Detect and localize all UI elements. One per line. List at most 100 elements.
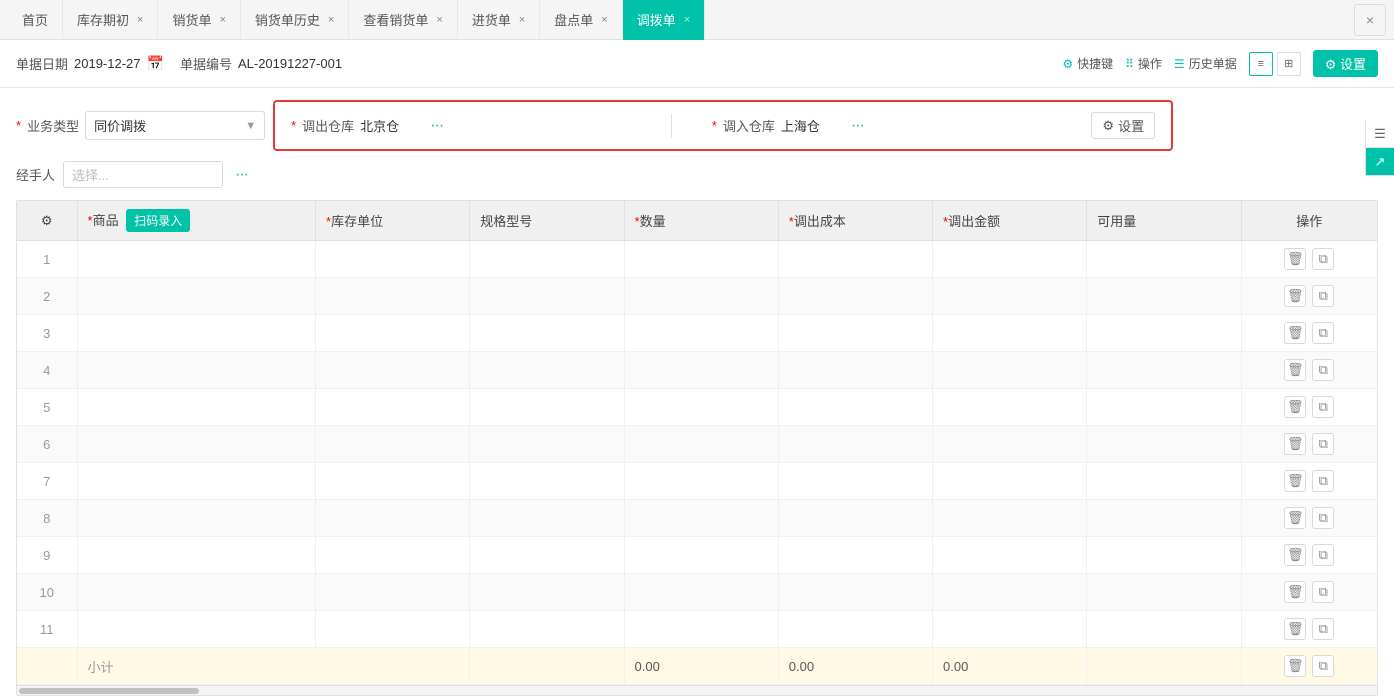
row-available-9[interactable] [1087,537,1241,574]
tab-sales-order-close[interactable]: × [219,14,225,26]
warehouse-settings-button[interactable]: ⚙ 设置 [1091,112,1155,139]
tab-sales-order[interactable]: 销货单 × [158,0,240,40]
row-spec-9[interactable] [470,537,624,574]
row-quantity-6[interactable] [624,426,778,463]
row-unit-5[interactable] [316,389,470,426]
row-unit-1[interactable] [316,241,470,278]
row-product-3[interactable] [77,315,316,352]
tab-sales-history-close[interactable]: × [328,14,334,26]
row-product-5[interactable] [77,389,316,426]
transfer-out-dots[interactable]: ··· [430,117,443,135]
tab-view-sales[interactable]: 查看销货单 × [349,0,457,40]
row-available-8[interactable] [1087,500,1241,537]
layout-icon-list[interactable]: ≡ [1249,52,1273,76]
row-spec-4[interactable] [470,352,624,389]
tab-inventory-init[interactable]: 库存期初 × [63,0,158,40]
calendar-icon[interactable]: 📅 [147,55,164,72]
copy-icon-9[interactable]: ⧉ [1312,544,1334,566]
row-product-2[interactable] [77,278,316,315]
subtotal-copy-icon[interactable]: ⧉ [1312,655,1334,677]
shortcut-action[interactable]: ⚙ 快捷键 [1062,55,1113,72]
row-product-11[interactable] [77,611,316,648]
row-spec-7[interactable] [470,463,624,500]
row-cost-2[interactable] [778,278,932,315]
row-cost-5[interactable] [778,389,932,426]
row-amount-3[interactable] [933,315,1087,352]
row-quantity-9[interactable] [624,537,778,574]
row-unit-2[interactable] [316,278,470,315]
copy-icon-3[interactable]: ⧉ [1312,322,1334,344]
row-amount-9[interactable] [933,537,1087,574]
copy-icon-5[interactable]: ⧉ [1312,396,1334,418]
copy-icon-6[interactable]: ⧉ [1312,433,1334,455]
row-product-4[interactable] [77,352,316,389]
row-product-9[interactable] [77,537,316,574]
scroll-thumb[interactable] [19,688,199,694]
transfer-in-dots[interactable]: ··· [851,117,864,135]
row-cost-4[interactable] [778,352,932,389]
row-quantity-4[interactable] [624,352,778,389]
tab-transfer-order-close[interactable]: × [684,14,690,26]
row-unit-6[interactable] [316,426,470,463]
row-spec-1[interactable] [470,241,624,278]
row-available-2[interactable] [1087,278,1241,315]
row-available-4[interactable] [1087,352,1241,389]
row-quantity-11[interactable] [624,611,778,648]
row-cost-11[interactable] [778,611,932,648]
row-available-3[interactable] [1087,315,1241,352]
row-amount-7[interactable] [933,463,1087,500]
row-available-6[interactable] [1087,426,1241,463]
th-gear[interactable]: ⚙ [17,201,77,241]
row-quantity-1[interactable] [624,241,778,278]
row-cost-10[interactable] [778,574,932,611]
right-panel-export-icon[interactable]: ↗ [1366,148,1394,176]
delete-icon-10[interactable]: 🗑 [1284,581,1306,603]
operate-action[interactable]: ⠿ 操作 [1125,55,1162,72]
row-product-7[interactable] [77,463,316,500]
manager-select[interactable]: 选择... [63,161,223,188]
copy-icon-10[interactable]: ⧉ [1312,581,1334,603]
row-quantity-8[interactable] [624,500,778,537]
row-cost-1[interactable] [778,241,932,278]
scroll-area[interactable]: ⚙ *商品 扫码录入 *库存单位 规格型号 *数量 *调出成本 *调出金额 可用… [17,201,1377,685]
window-close-button[interactable]: × [1354,4,1386,36]
row-unit-8[interactable] [316,500,470,537]
delete-icon-4[interactable]: 🗑 [1284,359,1306,381]
right-panel-list-icon[interactable]: ☰ [1366,120,1394,148]
row-quantity-3[interactable] [624,315,778,352]
delete-icon-8[interactable]: 🗑 [1284,507,1306,529]
row-cost-6[interactable] [778,426,932,463]
copy-icon-8[interactable]: ⧉ [1312,507,1334,529]
row-available-1[interactable] [1087,241,1241,278]
row-unit-4[interactable] [316,352,470,389]
manager-dots[interactable]: ··· [235,166,248,184]
row-amount-1[interactable] [933,241,1087,278]
delete-icon-2[interactable]: 🗑 [1284,285,1306,307]
row-spec-11[interactable] [470,611,624,648]
layout-icon-grid[interactable]: ⊞ [1277,52,1301,76]
row-product-8[interactable] [77,500,316,537]
tab-inventory-init-close[interactable]: × [137,14,143,26]
row-amount-5[interactable] [933,389,1087,426]
tab-inventory-check-close[interactable]: × [601,14,607,26]
tab-inventory-check[interactable]: 盘点单 × [540,0,622,40]
row-available-5[interactable] [1087,389,1241,426]
row-spec-3[interactable] [470,315,624,352]
row-amount-8[interactable] [933,500,1087,537]
row-amount-10[interactable] [933,574,1087,611]
tab-sales-history[interactable]: 销货单历史 × [241,0,349,40]
tab-purchase-order[interactable]: 进货单 × [458,0,540,40]
delete-icon-7[interactable]: 🗑 [1284,470,1306,492]
copy-icon-2[interactable]: ⧉ [1312,285,1334,307]
copy-icon-7[interactable]: ⧉ [1312,470,1334,492]
row-amount-11[interactable] [933,611,1087,648]
row-spec-8[interactable] [470,500,624,537]
row-amount-4[interactable] [933,352,1087,389]
row-unit-7[interactable] [316,463,470,500]
copy-icon-1[interactable]: ⧉ [1312,248,1334,270]
row-unit-11[interactable] [316,611,470,648]
row-amount-6[interactable] [933,426,1087,463]
row-quantity-2[interactable] [624,278,778,315]
row-cost-9[interactable] [778,537,932,574]
delete-icon-9[interactable]: 🗑 [1284,544,1306,566]
